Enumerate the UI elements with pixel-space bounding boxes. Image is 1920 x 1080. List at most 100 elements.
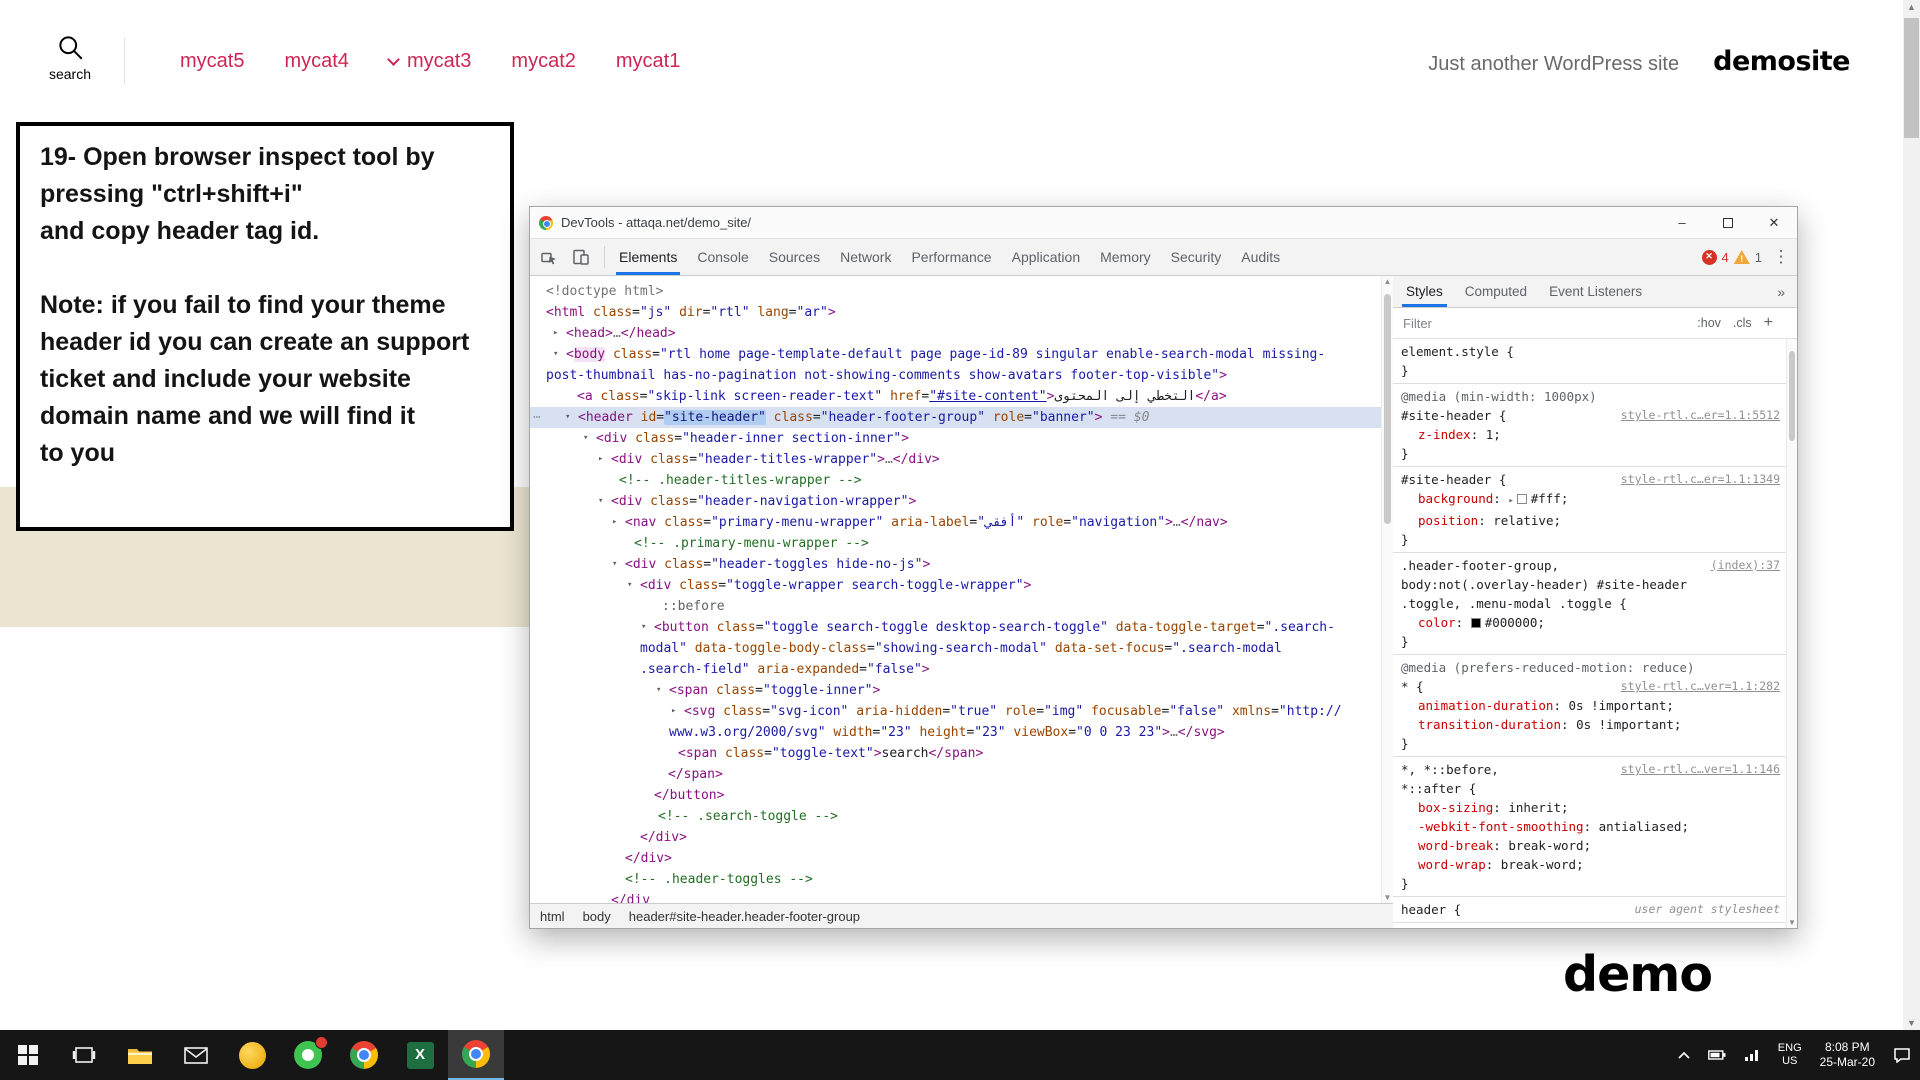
- sidebar-tab-event-listeners[interactable]: Event Listeners: [1538, 276, 1653, 307]
- expander-closed-icon[interactable]: ▸: [553, 323, 558, 344]
- devtools-titlebar[interactable]: DevTools - attaqa.net/demo_site/ – ✕: [530, 207, 1797, 239]
- menu-item-mycat4[interactable]: mycat4: [284, 50, 348, 73]
- expander-closed-icon[interactable]: ▸: [598, 449, 603, 470]
- scroll-up-icon[interactable]: ▲: [1382, 277, 1393, 286]
- expander-open-icon[interactable]: ▾: [553, 344, 558, 365]
- dom-node-line[interactable]: <span class="toggle-text">search</span>: [530, 743, 1381, 764]
- scroll-down-icon[interactable]: ▼: [1903, 1018, 1920, 1028]
- dom-node-line[interactable]: ▾ <div class="header-inner section-inner"…: [530, 428, 1381, 449]
- warning-count[interactable]: 1: [1755, 250, 1762, 265]
- devtools-tab-performance[interactable]: Performance: [901, 239, 1001, 275]
- scroll-up-icon[interactable]: ▲: [1903, 2, 1920, 12]
- minimize-button[interactable]: –: [1659, 207, 1705, 238]
- menu-item-mycat3[interactable]: mycat3: [387, 50, 471, 73]
- sidebar-more-tabs-button[interactable]: »: [1765, 276, 1797, 307]
- css-rule[interactable]: (index):37 .header-footer-group, body:not(…: [1393, 553, 1786, 655]
- error-count[interactable]: 4: [1722, 250, 1729, 265]
- elements-scrollbar-thumb[interactable]: [1384, 294, 1391, 524]
- stylesheet-source-link[interactable]: (index):37: [1711, 556, 1780, 575]
- page-scrollbar-thumb[interactable]: [1904, 18, 1919, 138]
- error-icon[interactable]: [1701, 249, 1717, 265]
- dom-node-line[interactable]: ▾ <div class="toggle-wrapper search-toggl…: [530, 575, 1381, 596]
- devtools-tab-application[interactable]: Application: [1002, 239, 1091, 275]
- styles-filter-input[interactable]: Filter: [1403, 316, 1432, 331]
- menu-item-mycat1[interactable]: mycat1: [616, 50, 680, 73]
- devtools-tab-console[interactable]: Console: [687, 239, 758, 275]
- dom-node-line[interactable]: www.w3.org/2000/svg" width="23" height="…: [530, 722, 1381, 743]
- devtools-tab-audits[interactable]: Audits: [1231, 239, 1290, 275]
- devtools-tab-elements[interactable]: Elements: [609, 239, 687, 275]
- task-view-button[interactable]: [56, 1030, 112, 1080]
- dom-node-line[interactable]: <a class="skip-link screen-reader-text" …: [530, 386, 1381, 407]
- chrome-button[interactable]: [336, 1030, 392, 1080]
- dom-node-line[interactable]: ▸ <div class="header-titles-wrapper">…</d…: [530, 449, 1381, 470]
- new-style-rule-button[interactable]: +: [1764, 314, 1773, 332]
- css-property[interactable]: position: relative;: [1401, 511, 1778, 530]
- css-property[interactable]: box-sizing: inherit;: [1401, 798, 1778, 817]
- warning-icon[interactable]: [1733, 250, 1750, 264]
- dom-node-line[interactable]: ▸ <head>…</head>: [530, 323, 1381, 344]
- clock[interactable]: 8:08 PM 25-Mar-20: [1811, 1030, 1884, 1080]
- css-rule[interactable]: style-rtl.c…ver=1.1:282 @media (prefers-r…: [1393, 655, 1786, 757]
- dom-node-line[interactable]: ▸ <svg class="svg-icon" aria-hidden="true…: [530, 701, 1381, 722]
- breadcrumb-item[interactable]: body: [583, 909, 611, 924]
- styles-scrollbar[interactable]: ▼: [1786, 339, 1797, 928]
- devtools-tab-security[interactable]: Security: [1161, 239, 1232, 275]
- elements-scrollbar[interactable]: ▲ ▼: [1381, 276, 1393, 903]
- menu-item-mycat5[interactable]: mycat5: [180, 50, 244, 73]
- css-rule[interactable]: user agent stylesheet header {: [1393, 897, 1786, 923]
- expander-open-icon[interactable]: ▾: [598, 491, 603, 512]
- css-rule[interactable]: element.style {}: [1393, 339, 1786, 384]
- sidebar-tab-computed[interactable]: Computed: [1454, 276, 1538, 307]
- expander-open-icon[interactable]: ▾: [641, 617, 646, 638]
- action-center-button[interactable]: [1884, 1030, 1920, 1080]
- expander-open-icon[interactable]: ▾: [656, 680, 661, 701]
- stylesheet-source-link[interactable]: style-rtl.c…er=1.1:5512: [1621, 406, 1780, 425]
- dom-node-line[interactable]: ::before: [530, 596, 1381, 617]
- dom-node-line[interactable]: <!-- .search-toggle -->: [530, 806, 1381, 827]
- expander-closed-icon[interactable]: ▸: [612, 512, 617, 533]
- breadcrumb-item[interactable]: html: [540, 909, 565, 924]
- dom-node-line[interactable]: .search-field" aria-expanded="false">: [530, 659, 1381, 680]
- site-search-toggle[interactable]: search: [38, 34, 102, 82]
- sidebar-tab-styles[interactable]: Styles: [1395, 276, 1454, 307]
- css-rule[interactable]: style-rtl.c…ver=1.1:146 *, *::before, *::a…: [1393, 757, 1786, 897]
- css-property[interactable]: -webkit-font-smoothing: antialiased;: [1401, 817, 1778, 836]
- css-property[interactable]: background: ▸ #fff;: [1401, 489, 1778, 511]
- expander-open-icon[interactable]: ▾: [627, 575, 632, 596]
- dom-node-line[interactable]: <!-- .primary-menu-wrapper -->: [530, 533, 1381, 554]
- dom-node-line[interactable]: <!-- .header-toggles -->: [530, 869, 1381, 890]
- css-property[interactable]: z-index: 1;: [1401, 425, 1778, 444]
- color-swatch[interactable]: [1516, 494, 1527, 504]
- color-swatch[interactable]: [1470, 618, 1481, 628]
- menu-item-mycat2[interactable]: mycat2: [511, 50, 575, 73]
- dom-node-line[interactable]: ▸ <nav class="primary-menu-wrapper" aria-…: [530, 512, 1381, 533]
- stylesheet-source-link[interactable]: style-rtl.c…ver=1.1:146: [1621, 760, 1780, 779]
- file-explorer-button[interactable]: [112, 1030, 168, 1080]
- whatsapp-button[interactable]: [280, 1030, 336, 1080]
- expander-open-icon[interactable]: ▾: [583, 428, 588, 449]
- start-button[interactable]: [0, 1030, 56, 1080]
- page-scrollbar[interactable]: ▲ ▼: [1903, 0, 1920, 1030]
- css-property[interactable]: transition-duration: 0s !important;: [1401, 715, 1778, 734]
- dom-node-line[interactable]: ▾ <div class="header-navigation-wrapper">: [530, 491, 1381, 512]
- tray-chevron-icon[interactable]: [1669, 1030, 1699, 1080]
- device-toolbar-button[interactable]: [566, 243, 596, 271]
- node-actions-icon[interactable]: ⋯: [533, 407, 541, 428]
- css-property[interactable]: word-wrap: break-word;: [1401, 855, 1778, 874]
- dom-node-line[interactable]: </span>: [530, 764, 1381, 785]
- footer-site-logo[interactable]: demo: [1563, 946, 1713, 1003]
- css-rule[interactable]: style-rtl.c…er=1.1:5512 @media (min-width…: [1393, 384, 1786, 467]
- close-button[interactable]: ✕: [1751, 207, 1797, 238]
- styles-scrollbar-thumb[interactable]: [1789, 351, 1795, 441]
- dom-node-line[interactable]: modal" data-toggle-body-class="showing-s…: [530, 638, 1381, 659]
- expander-open-icon[interactable]: ▾: [612, 554, 617, 575]
- chrome-active-button[interactable]: [448, 1030, 504, 1080]
- site-title[interactable]: demosite: [1713, 46, 1850, 77]
- expander-closed-icon[interactable]: ▸: [671, 701, 676, 722]
- expander-open-icon[interactable]: ▾: [565, 407, 570, 428]
- dom-node-line[interactable]: ⋯ ▾ <header id="site-header" class="header…: [530, 407, 1381, 428]
- dom-node-line[interactable]: <!-- .header-titles-wrapper -->: [530, 470, 1381, 491]
- inspect-element-button[interactable]: [534, 243, 564, 271]
- breadcrumb-item[interactable]: header#site-header.header-footer-group: [629, 909, 860, 924]
